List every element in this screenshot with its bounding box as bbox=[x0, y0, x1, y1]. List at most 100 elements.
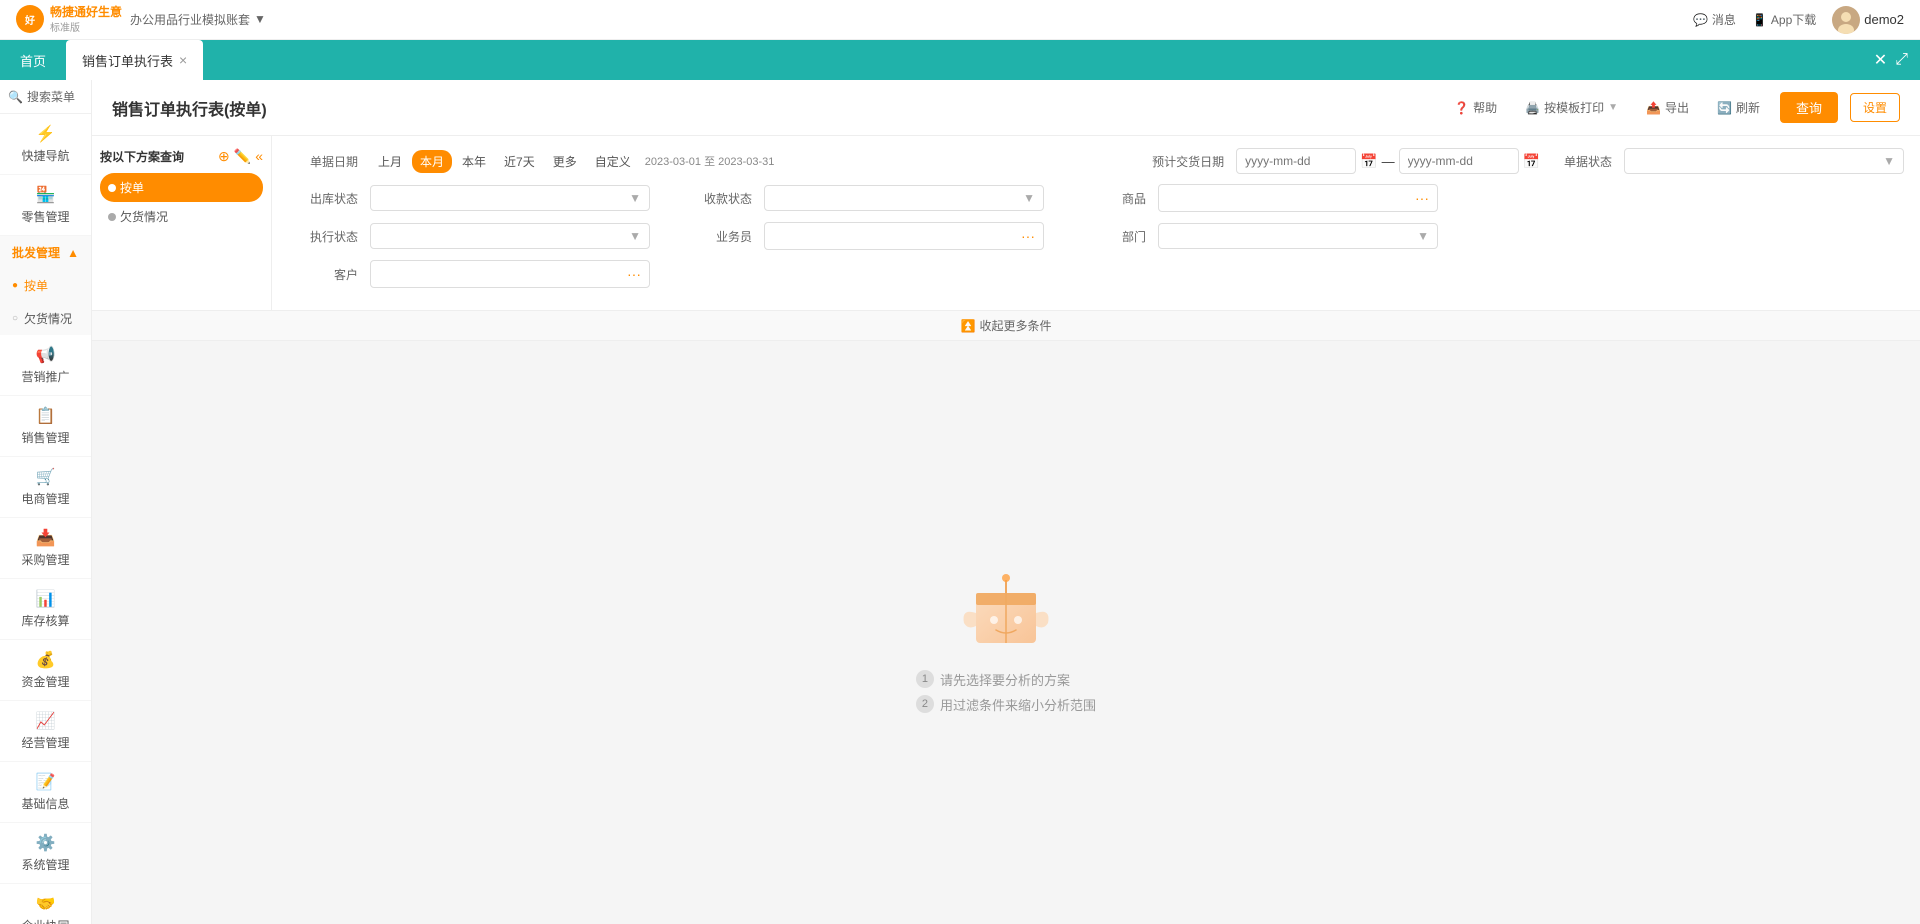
collapse-scheme-icon[interactable]: « bbox=[255, 148, 263, 165]
bill-status-chevron: ▼ bbox=[1883, 154, 1895, 168]
page-title: 销售订单执行表(按单) bbox=[112, 96, 267, 132]
scheme-debt-label: 欠货情况 bbox=[120, 208, 168, 225]
sidebar-search[interactable]: 🔍 搜索菜单 bbox=[0, 80, 91, 114]
tab-bar-actions: ✕ ⤢ bbox=[1874, 50, 1920, 70]
app-edition: 标准版 bbox=[50, 19, 122, 34]
date-tabs: 上月 本月 本年 近7天 更多 自定义 bbox=[370, 150, 639, 173]
collapse-button[interactable]: ⏫ 收起更多条件 bbox=[961, 317, 1052, 334]
finance-icon: 💰 bbox=[36, 650, 56, 670]
date-tab-this-year[interactable]: 本年 bbox=[454, 150, 494, 173]
search-button[interactable]: 查询 bbox=[1780, 92, 1838, 123]
tab-home[interactable]: 首页 bbox=[0, 40, 66, 80]
receive-status-label: 收款状态 bbox=[682, 190, 752, 207]
sidebar-item-retail[interactable]: 🏪 零售管理 bbox=[0, 175, 91, 236]
sidebar-item-ecommerce[interactable]: 🛒 电商管理 bbox=[0, 457, 91, 518]
breadcrumb[interactable]: 办公用品行业模拟账套 ▼ bbox=[130, 11, 266, 28]
message-label: 消息 bbox=[1712, 11, 1736, 28]
filter-scheme-item-order[interactable]: 按单 bbox=[100, 173, 263, 202]
sidebar-item-quicknav[interactable]: ⚡ 快捷导航 bbox=[0, 114, 91, 175]
download-icon: 📱 bbox=[1752, 13, 1767, 27]
sidebar-item-operation[interactable]: 📈 经营管理 bbox=[0, 701, 91, 762]
goods-ellipsis[interactable]: ··· bbox=[1415, 190, 1429, 206]
sidebar-item-system[interactable]: ⚙️ 系统管理 bbox=[0, 823, 91, 884]
user-avatar[interactable]: demo2 bbox=[1832, 6, 1904, 34]
tab-active[interactable]: 销售订单执行表 × bbox=[66, 40, 203, 80]
filter-scheme-section: 按以下方案查询 ⊕ ✏️ « 按单 欠货情况 bbox=[92, 136, 272, 310]
execute-status-select[interactable]: ▼ bbox=[370, 223, 650, 249]
date-tab-7days[interactable]: 近7天 bbox=[496, 150, 543, 173]
filter-right: 单据日期 上月 本月 本年 近7天 更多 自定义 2023-03-01 至 20… bbox=[272, 136, 1920, 310]
sidebar-item-retail-label: 零售管理 bbox=[21, 208, 69, 225]
collapse-label: 收起更多条件 bbox=[979, 317, 1051, 334]
export-icon: 📤 bbox=[1646, 101, 1661, 115]
expected-date-calendar-start[interactable]: 📅 bbox=[1360, 153, 1377, 170]
search-icon: 🔍 bbox=[8, 90, 23, 104]
bill-status-select[interactable]: ▼ bbox=[1624, 148, 1904, 174]
empty-tip-1: 1 请先选择要分析的方案 bbox=[916, 670, 1096, 689]
app-download-button[interactable]: 📱 App下载 bbox=[1752, 11, 1816, 28]
filter-scheme-title: 按以下方案查询 bbox=[100, 148, 184, 165]
filter-panel: 按以下方案查询 ⊕ ✏️ « 按单 欠货情况 bbox=[92, 136, 1920, 310]
inventory-icon: 📊 bbox=[36, 589, 56, 609]
edit-scheme-icon[interactable]: ✏️ bbox=[234, 148, 251, 165]
expected-date-end-input[interactable] bbox=[1399, 148, 1519, 174]
print-button[interactable]: 🖨️ 按模板打印 ▼ bbox=[1517, 95, 1626, 120]
out-status-label: 出库状态 bbox=[288, 190, 358, 207]
goods-select[interactable]: ··· bbox=[1158, 184, 1438, 212]
execute-status-label: 执行状态 bbox=[288, 228, 358, 245]
sidebar-item-finance[interactable]: 💰 资金管理 bbox=[0, 640, 91, 701]
ecommerce-icon: 🛒 bbox=[36, 467, 56, 487]
sidebar-item-quicknav-label: 快捷导航 bbox=[21, 147, 69, 164]
message-button[interactable]: 💬 消息 bbox=[1693, 11, 1736, 28]
receive-status-chevron: ▼ bbox=[1023, 191, 1035, 205]
expected-date-calendar-end[interactable]: 📅 bbox=[1523, 153, 1540, 170]
sidebar-item-purchase-label: 采购管理 bbox=[21, 551, 69, 568]
help-button[interactable]: ❓ 帮助 bbox=[1446, 95, 1505, 120]
sidebar-sub-item-debt[interactable]: ○ 欠货情况 bbox=[0, 302, 91, 335]
salesman-ellipsis[interactable]: ··· bbox=[1021, 228, 1035, 244]
tip-num-1: 1 bbox=[916, 670, 934, 688]
date-tab-custom[interactable]: 自定义 bbox=[587, 150, 639, 173]
add-scheme-icon[interactable]: ⊕ bbox=[218, 148, 230, 165]
sidebar-sub-item-debt-label: 欠货情况 bbox=[24, 310, 72, 327]
customer-ellipsis[interactable]: ··· bbox=[627, 266, 641, 282]
retail-icon: 🏪 bbox=[36, 185, 56, 205]
sidebar-item-marketing[interactable]: 📢 营销推广 bbox=[0, 335, 91, 396]
basic-icon: 📝 bbox=[36, 772, 56, 792]
sidebar-item-sales[interactable]: 📋 销售管理 bbox=[0, 396, 91, 457]
sidebar-item-inventory[interactable]: 📊 库存核算 bbox=[0, 579, 91, 640]
date-tab-more[interactable]: 更多 bbox=[545, 150, 585, 173]
bill-status-label: 单据状态 bbox=[1552, 153, 1612, 170]
filter-scheme-item-debt[interactable]: 欠货情况 bbox=[100, 202, 263, 231]
sidebar-item-sales-label: 销售管理 bbox=[21, 429, 69, 446]
refresh-button[interactable]: 🔄 刷新 bbox=[1709, 95, 1768, 120]
marketing-icon: 📢 bbox=[36, 345, 56, 365]
date-tab-last-month[interactable]: 上月 bbox=[370, 150, 410, 173]
sidebar-item-purchase[interactable]: 📥 采购管理 bbox=[0, 518, 91, 579]
date-tab-this-month[interactable]: 本月 bbox=[412, 150, 452, 173]
sidebar-wholesale-header[interactable]: 批发管理 ▲ bbox=[0, 236, 91, 269]
tab-close-window-button[interactable]: ✕ bbox=[1874, 50, 1887, 70]
tab-bar: 首页 销售订单执行表 × ✕ ⤢ bbox=[0, 40, 1920, 80]
sidebar-item-basic-label: 基础信息 bbox=[21, 795, 69, 812]
empty-state-icon bbox=[956, 558, 1056, 658]
tab-close-icon[interactable]: × bbox=[179, 52, 187, 68]
export-button[interactable]: 📤 导出 bbox=[1638, 95, 1697, 120]
collapse-up-icon: ⏫ bbox=[961, 319, 976, 333]
customer-select[interactable]: ··· bbox=[370, 260, 650, 288]
salesman-select[interactable]: ··· bbox=[764, 222, 1044, 250]
message-icon: 💬 bbox=[1693, 13, 1708, 27]
receive-status-select[interactable]: ▼ bbox=[764, 185, 1044, 211]
expected-date-start-input[interactable] bbox=[1236, 148, 1356, 174]
sidebar-search-label: 搜索菜单 bbox=[27, 88, 75, 105]
out-status-select[interactable]: ▼ bbox=[370, 185, 650, 211]
sub-debt-dot: ○ bbox=[12, 313, 18, 324]
scheme-active-dot bbox=[108, 184, 116, 192]
sidebar: 🔍 搜索菜单 ⚡ 快捷导航 🏪 零售管理 批发管理 ▲ ● 按单 ○ 欠货情况 bbox=[0, 80, 92, 924]
dept-select[interactable]: ▼ bbox=[1158, 223, 1438, 249]
sidebar-item-basic[interactable]: 📝 基础信息 bbox=[0, 762, 91, 823]
sidebar-item-corp[interactable]: 🤝 企业协同 bbox=[0, 884, 91, 924]
tab-maximize-button[interactable]: ⤢ bbox=[1895, 51, 1908, 69]
sidebar-sub-item-order[interactable]: ● 按单 bbox=[0, 269, 91, 302]
settings-button[interactable]: 设置 bbox=[1850, 93, 1900, 122]
